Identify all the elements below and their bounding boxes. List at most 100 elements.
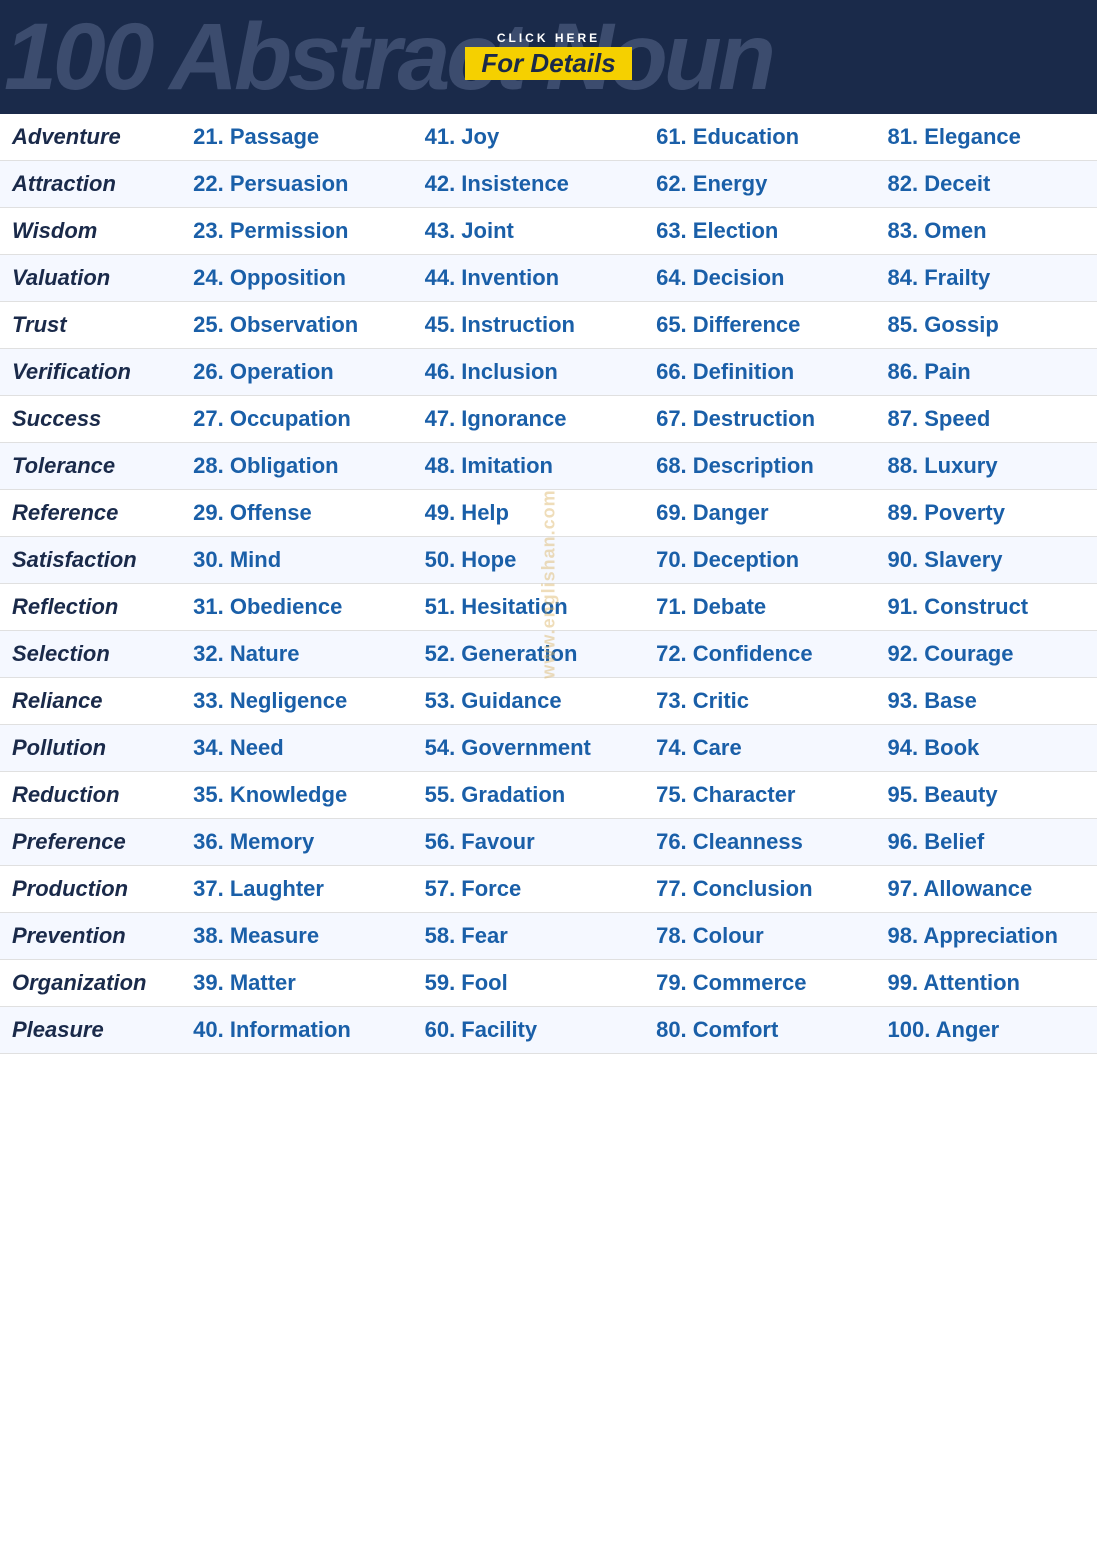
cell-row16-col1: 37. Laughter <box>181 866 412 913</box>
cell-row2-col3: 63. Election <box>644 208 875 255</box>
cell-row0-col2: 41. Joy <box>413 114 644 161</box>
cell-row1-col0: Attraction <box>0 161 181 208</box>
cell-row8-col4: 89. Poverty <box>876 490 1097 537</box>
nouns-table: Adventure21. Passage41. Joy61. Education… <box>0 114 1097 1054</box>
cell-row18-col4: 99. Attention <box>876 960 1097 1007</box>
table-row: Reference29. Offense49. Help69. Danger89… <box>0 490 1097 537</box>
cell-row7-col0: Tolerance <box>0 443 181 490</box>
cell-row17-col4: 98. Appreciation <box>876 913 1097 960</box>
cell-row9-col0: Satisfaction <box>0 537 181 584</box>
cell-row3-col4: 84. Frailty <box>876 255 1097 302</box>
cell-row17-col0: Prevention <box>0 913 181 960</box>
table-row: Preference36. Memory56. Favour76. Cleann… <box>0 819 1097 866</box>
table-row: Reliance33. Negligence53. Guidance73. Cr… <box>0 678 1097 725</box>
cell-row5-col2: 46. Inclusion <box>413 349 644 396</box>
cell-row18-col3: 79. Commerce <box>644 960 875 1007</box>
cell-row12-col1: 33. Negligence <box>181 678 412 725</box>
cell-row18-col2: 59. Fool <box>413 960 644 1007</box>
cell-row11-col3: 72. Confidence <box>644 631 875 678</box>
cell-row7-col4: 88. Luxury <box>876 443 1097 490</box>
cell-row1-col1: 22. Persuasion <box>181 161 412 208</box>
table-row: Selection32. Nature52. Generation72. Con… <box>0 631 1097 678</box>
cell-row10-col4: 91. Construct <box>876 584 1097 631</box>
header-overlay: CLICK HERE For Details <box>0 0 1097 110</box>
cell-row12-col4: 93. Base <box>876 678 1097 725</box>
cell-row11-col2: 52. Generation <box>413 631 644 678</box>
cell-row14-col4: 95. Beauty <box>876 772 1097 819</box>
cell-row6-col1: 27. Occupation <box>181 396 412 443</box>
cell-row19-col1: 40. Information <box>181 1007 412 1054</box>
cell-row17-col1: 38. Measure <box>181 913 412 960</box>
cell-row15-col4: 96. Belief <box>876 819 1097 866</box>
cell-row2-col2: 43. Joint <box>413 208 644 255</box>
cell-row14-col2: 55. Gradation <box>413 772 644 819</box>
cell-row13-col1: 34. Need <box>181 725 412 772</box>
cell-row9-col3: 70. Deception <box>644 537 875 584</box>
cell-row11-col1: 32. Nature <box>181 631 412 678</box>
cell-row19-col2: 60. Facility <box>413 1007 644 1054</box>
cell-row13-col0: Pollution <box>0 725 181 772</box>
cell-row16-col3: 77. Conclusion <box>644 866 875 913</box>
cell-row7-col2: 48. Imitation <box>413 443 644 490</box>
table-row: Production37. Laughter57. Force77. Concl… <box>0 866 1097 913</box>
cell-row3-col1: 24. Opposition <box>181 255 412 302</box>
table-row: Success27. Occupation47. Ignorance67. De… <box>0 396 1097 443</box>
cell-row9-col1: 30. Mind <box>181 537 412 584</box>
content-area: www.englishan.com Adventure21. Passage41… <box>0 114 1097 1054</box>
cell-row12-col0: Reliance <box>0 678 181 725</box>
cell-row5-col4: 86. Pain <box>876 349 1097 396</box>
cell-row7-col3: 68. Description <box>644 443 875 490</box>
cell-row11-col0: Selection <box>0 631 181 678</box>
cell-row4-col1: 25. Observation <box>181 302 412 349</box>
cell-row1-col2: 42. Insistence <box>413 161 644 208</box>
cell-row0-col1: 21. Passage <box>181 114 412 161</box>
cell-row15-col2: 56. Favour <box>413 819 644 866</box>
cell-row10-col0: Reflection <box>0 584 181 631</box>
cell-row10-col2: 51. Hesitation <box>413 584 644 631</box>
cell-row15-col3: 76. Cleanness <box>644 819 875 866</box>
cell-row12-col2: 53. Guidance <box>413 678 644 725</box>
for-details-button[interactable]: For Details <box>465 47 631 80</box>
cell-row19-col0: Pleasure <box>0 1007 181 1054</box>
cell-row2-col4: 83. Omen <box>876 208 1097 255</box>
cell-row0-col3: 61. Education <box>644 114 875 161</box>
cell-row13-col3: 74. Care <box>644 725 875 772</box>
cell-row14-col0: Reduction <box>0 772 181 819</box>
cell-row10-col1: 31. Obedience <box>181 584 412 631</box>
cell-row10-col3: 71. Debate <box>644 584 875 631</box>
cell-row9-col4: 90. Slavery <box>876 537 1097 584</box>
table-row: Pleasure40. Information60. Facility80. C… <box>0 1007 1097 1054</box>
table-row: Attraction22. Persuasion42. Insistence62… <box>0 161 1097 208</box>
cell-row4-col2: 45. Instruction <box>413 302 644 349</box>
cell-row5-col0: Verification <box>0 349 181 396</box>
cell-row6-col3: 67. Destruction <box>644 396 875 443</box>
cell-row18-col0: Organization <box>0 960 181 1007</box>
cell-row8-col2: 49. Help <box>413 490 644 537</box>
cell-row19-col4: 100. Anger <box>876 1007 1097 1054</box>
cell-row15-col0: Preference <box>0 819 181 866</box>
cell-row13-col4: 94. Book <box>876 725 1097 772</box>
table-row: Organization39. Matter59. Fool79. Commer… <box>0 960 1097 1007</box>
cell-row13-col2: 54. Government <box>413 725 644 772</box>
table-row: Verification26. Operation46. Inclusion66… <box>0 349 1097 396</box>
cell-row4-col0: Trust <box>0 302 181 349</box>
table-row: Trust25. Observation45. Instruction65. D… <box>0 302 1097 349</box>
table-row: Reflection31. Obedience51. Hesitation71.… <box>0 584 1097 631</box>
cell-row16-col0: Production <box>0 866 181 913</box>
cell-row1-col3: 62. Energy <box>644 161 875 208</box>
cell-row16-col4: 97. Allowance <box>876 866 1097 913</box>
cell-row5-col3: 66. Definition <box>644 349 875 396</box>
cell-row19-col3: 80. Comfort <box>644 1007 875 1054</box>
cell-row11-col4: 92. Courage <box>876 631 1097 678</box>
cell-row8-col0: Reference <box>0 490 181 537</box>
cell-row9-col2: 50. Hope <box>413 537 644 584</box>
click-here-label: CLICK HERE <box>497 31 600 45</box>
cell-row7-col1: 28. Obligation <box>181 443 412 490</box>
cell-row17-col3: 78. Colour <box>644 913 875 960</box>
cell-row6-col4: 87. Speed <box>876 396 1097 443</box>
cell-row3-col2: 44. Invention <box>413 255 644 302</box>
cell-row4-col4: 85. Gossip <box>876 302 1097 349</box>
cell-row0-col4: 81. Elegance <box>876 114 1097 161</box>
header: 100 Abstract Noun CLICK HERE For Details <box>0 0 1097 110</box>
cell-row14-col3: 75. Character <box>644 772 875 819</box>
